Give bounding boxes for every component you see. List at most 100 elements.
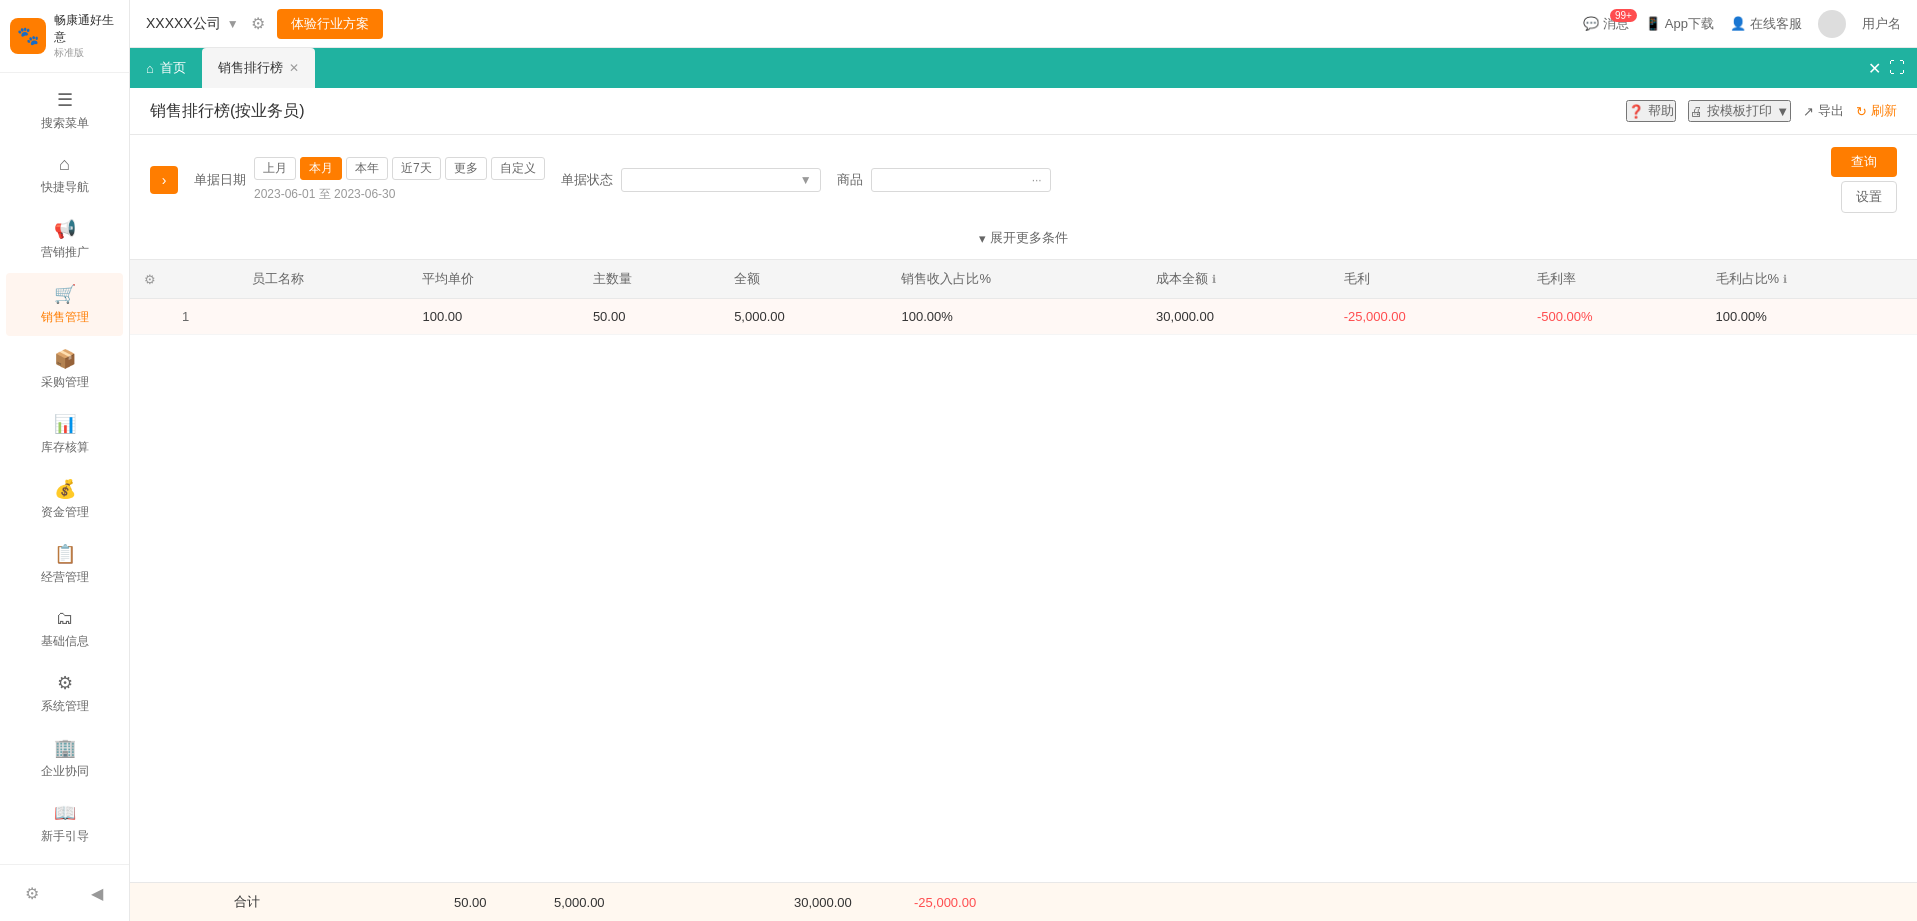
table-header-row: ⚙ 员工名称 平均单价 主数量 全额 销售收入占比% 成本全额 ℹ 毛利 毛利率… [130, 260, 1917, 299]
content: 销售排行榜(按业务员) ❓ 帮助 🖨 按模板打印 ▼ ↗ 导出 ↻ 刷新 [130, 88, 1917, 921]
sidebar-label-enterprise: 企业协同 [41, 763, 89, 780]
footer-quantity: 50.00 [442, 895, 542, 910]
sidebar-icon-inventory: 📊 [54, 413, 76, 435]
chevron-right-icon: › [162, 172, 167, 188]
topbar-right: 💬 消息 99+ 📱 App下载 👤 在线客服 用户名 [1583, 10, 1901, 38]
sidebar-icon-sales: 🛒 [54, 283, 76, 305]
cost-info-icon: ℹ [1212, 273, 1216, 285]
sidebar-icon-enterprise: 🏢 [54, 737, 76, 759]
th-cost: 成本全额 ℹ [1144, 260, 1332, 299]
chevron-down-icon: ▾ [979, 231, 986, 246]
trial-button[interactable]: 体验行业方案 [277, 9, 383, 39]
topbar: XXXXX公司 ▼ ⚙ 体验行业方案 💬 消息 99+ 📱 App下载 👤 在线… [130, 0, 1917, 48]
app-download-button[interactable]: 📱 App下载 [1645, 15, 1714, 33]
td-name [240, 299, 410, 335]
page-header: 销售排行榜(按业务员) ❓ 帮助 🖨 按模板打印 ▼ ↗ 导出 ↻ 刷新 [130, 88, 1917, 135]
date-btn-more[interactable]: 更多 [445, 157, 487, 180]
topbar-settings-icon[interactable]: ⚙ [251, 14, 265, 33]
page-title: 销售排行榜(按业务员) [150, 101, 305, 122]
goods-filter: 商品 ··· [837, 168, 1051, 192]
filter-collapse-btn[interactable]: › [150, 166, 178, 194]
home-icon: ⌂ [146, 61, 154, 76]
sidebar: 🐾 畅康通好生意 标准版 ☰ 搜索菜单 ⌂ 快捷导航 📢 营销推广 🛒 销售管理… [0, 0, 130, 921]
sidebar-collapse-icon[interactable]: ◀ [79, 875, 115, 911]
td-avg-price: 100.00 [410, 299, 580, 335]
sidebar-item-appstore[interactable]: 📱 应用中心 [6, 857, 123, 864]
maximize-icon[interactable]: ⛶ [1889, 59, 1905, 77]
tab-sales-rank[interactable]: 销售排行榜 ✕ [202, 48, 315, 88]
export-icon: ↗ [1803, 104, 1814, 119]
sidebar-icon-marketing: 📢 [54, 218, 76, 240]
goods-select[interactable]: ··· [871, 168, 1051, 192]
app-name: 畅康通好生意 [54, 12, 119, 46]
th-quantity: 主数量 [581, 260, 722, 299]
sidebar-label-search-order: 搜索菜单 [41, 115, 89, 132]
sidebar-item-sales[interactable]: 🛒 销售管理 [6, 273, 123, 336]
td-gross: -25,000.00 [1332, 299, 1525, 335]
sidebar-item-system[interactable]: ⚙ 系统管理 [6, 662, 123, 725]
service-icon: 👤 [1730, 16, 1746, 31]
table-row: 1 100.00 50.00 5,000.00 100.00% 30,000.0… [130, 299, 1917, 335]
th-sales-pct: 销售收入占比% [889, 260, 1144, 299]
tab-home[interactable]: ⌂ 首页 [130, 48, 202, 88]
filter-right-actions: 查询 设置 [1831, 147, 1897, 213]
company-selector[interactable]: XXXXX公司 ▼ [146, 15, 239, 33]
th-gross: 毛利 [1332, 260, 1525, 299]
message-icon: 💬 [1583, 16, 1599, 31]
footer-amount: 5,000.00 [542, 895, 662, 910]
sidebar-icon-basic: 🗂 [56, 608, 74, 629]
sidebar-icon-newbie: 📖 [54, 802, 76, 824]
date-btn-current-year[interactable]: 本年 [346, 157, 388, 180]
message-badge: 99+ [1610, 9, 1637, 22]
sidebar-label-basic: 基础信息 [41, 633, 89, 650]
tab-home-label: 首页 [160, 59, 186, 77]
sidebar-label-marketing: 营销推广 [41, 244, 89, 261]
sidebar-item-inventory[interactable]: 📊 库存核算 [6, 403, 123, 466]
help-label: 帮助 [1648, 102, 1674, 120]
query-button[interactable]: 查询 [1831, 147, 1897, 177]
status-arrow-icon: ▼ [800, 173, 812, 187]
sidebar-item-enterprise[interactable]: 🏢 企业协同 [6, 727, 123, 790]
status-label: 单据状态 [561, 171, 613, 189]
username[interactable]: 用户名 [1862, 15, 1901, 33]
sidebar-icon-quick-nav: ⌂ [59, 154, 70, 175]
th-avg-price: 平均单价 [410, 260, 580, 299]
sidebar-item-quick-nav[interactable]: ⌂ 快捷导航 [6, 144, 123, 206]
print-label: 按模板打印 [1707, 102, 1772, 120]
column-settings-icon[interactable]: ⚙ [144, 272, 156, 287]
status-select[interactable]: ▼ [621, 168, 821, 192]
footer-row: 合计 50.00 5,000.00 30,000.00 -25,000.00 [142, 893, 1905, 911]
close-window-icon[interactable]: ✕ [1868, 59, 1881, 78]
sidebar-item-purchase[interactable]: 📦 采购管理 [6, 338, 123, 401]
sidebar-settings-icon[interactable]: ⚙ [14, 875, 50, 911]
message-button[interactable]: 💬 消息 99+ [1583, 15, 1629, 33]
logo-icon: 🐾 [10, 18, 46, 54]
footer-label: 合计 [222, 893, 342, 911]
export-button[interactable]: ↗ 导出 [1803, 102, 1844, 120]
refresh-button[interactable]: ↻ 刷新 [1856, 102, 1897, 120]
tab-close-icon[interactable]: ✕ [289, 61, 299, 75]
sidebar-item-basic[interactable]: 🗂 基础信息 [6, 598, 123, 660]
gross-pct-info-icon: ℹ [1783, 273, 1787, 285]
sidebar-item-marketing[interactable]: 📢 营销推广 [6, 208, 123, 271]
sidebar-item-operation[interactable]: 📋 经营管理 [6, 533, 123, 596]
online-service-button[interactable]: 👤 在线客服 [1730, 15, 1802, 33]
sidebar-label-newbie: 新手引导 [41, 828, 89, 845]
date-btn-custom[interactable]: 自定义 [491, 157, 545, 180]
avatar[interactable] [1818, 10, 1846, 38]
expand-conditions-btn[interactable]: ▾ 展开更多条件 [979, 229, 1068, 247]
settings-button[interactable]: 设置 [1841, 181, 1897, 213]
help-button[interactable]: ❓ 帮助 [1626, 100, 1676, 122]
date-btn-7days[interactable]: 近7天 [392, 157, 441, 180]
sidebar-item-newbie[interactable]: 📖 新手引导 [6, 792, 123, 855]
filter-bar: › 单据日期 上月 本月 本年 近7天 更多 自定义 20 [130, 135, 1917, 260]
date-btn-current-month[interactable]: 本月 [300, 157, 342, 180]
print-icon: 🖨 [1690, 104, 1703, 119]
td-quantity: 50.00 [581, 299, 722, 335]
date-btn-last-month[interactable]: 上月 [254, 157, 296, 180]
refresh-icon: ↻ [1856, 104, 1867, 119]
sidebar-item-finance[interactable]: 💰 资金管理 [6, 468, 123, 531]
refresh-label: 刷新 [1871, 102, 1897, 120]
sidebar-item-search-order[interactable]: ☰ 搜索菜单 [6, 79, 123, 142]
print-button[interactable]: 🖨 按模板打印 ▼ [1688, 100, 1791, 122]
